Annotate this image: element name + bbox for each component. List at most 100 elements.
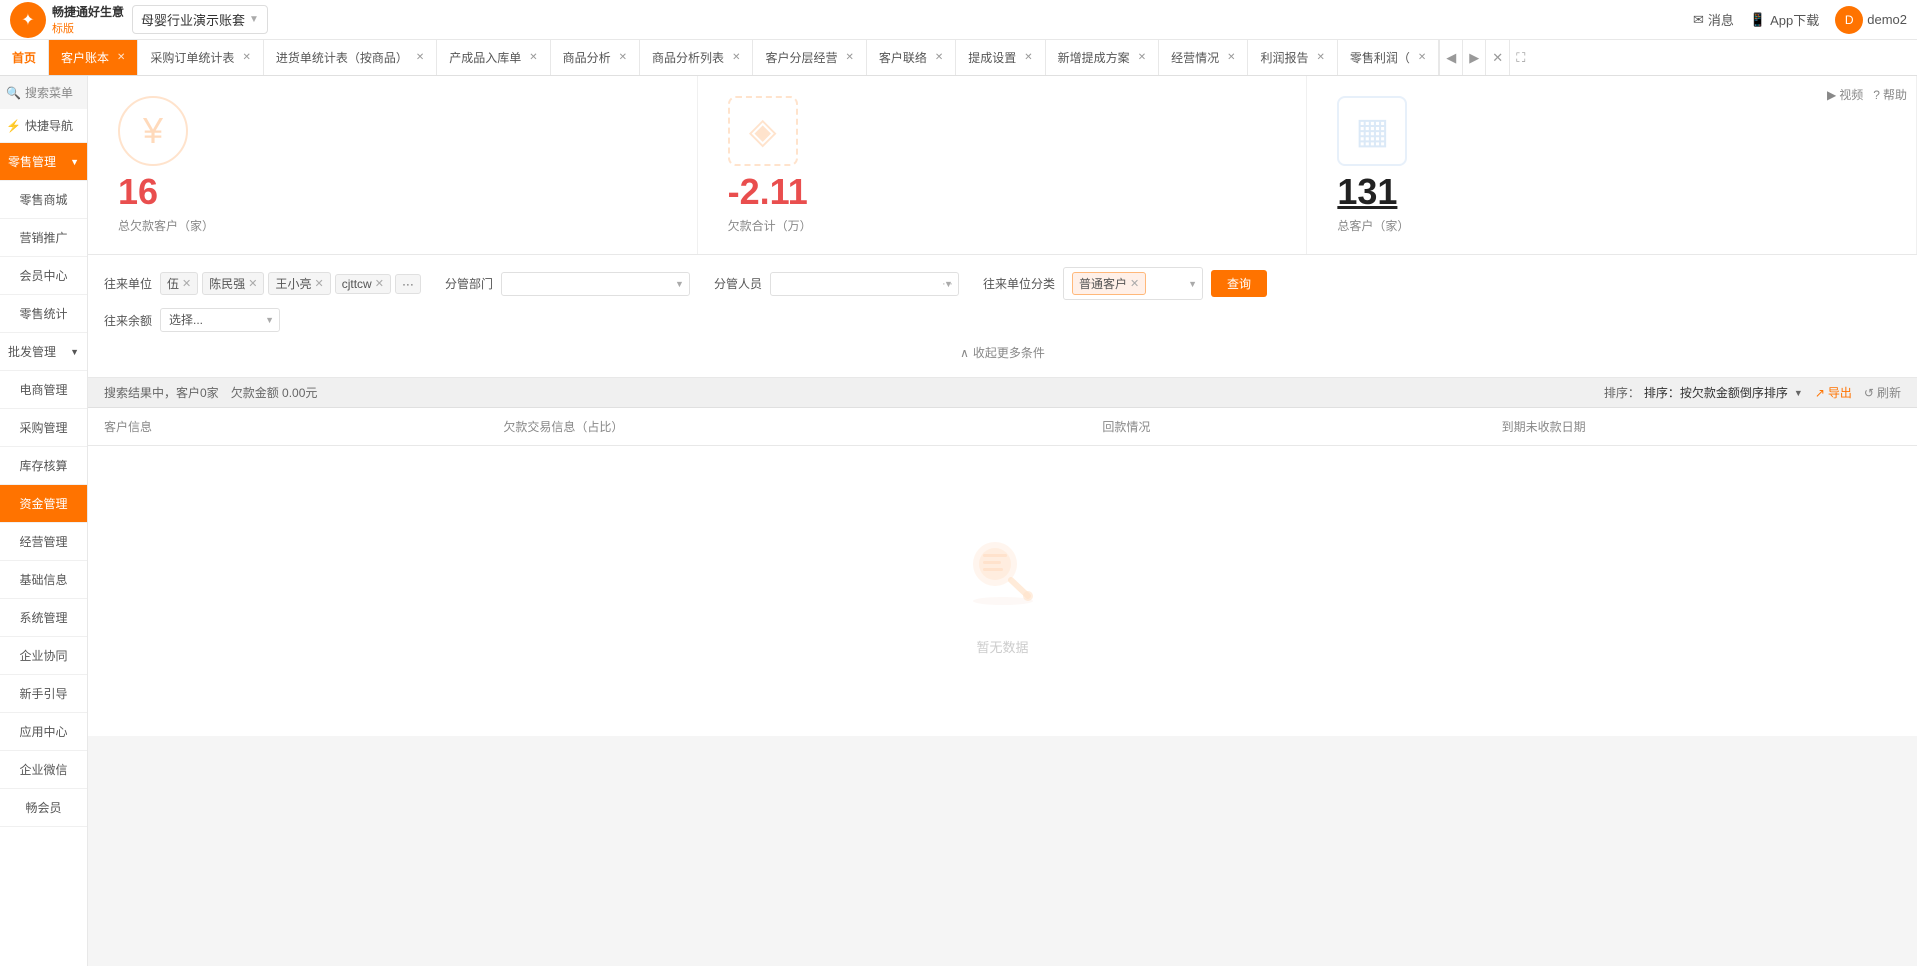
- tab-customer-book[interactable]: 客户账本 ✕: [49, 40, 138, 76]
- filter-tag-more[interactable]: ···: [395, 274, 421, 294]
- ecommerce-mgmt-label: 电商管理: [19, 383, 67, 397]
- export-btn[interactable]: ↗ 导出: [1815, 384, 1852, 401]
- sidebar-item-fund-mgmt[interactable]: 资金管理: [0, 485, 87, 523]
- logo-icon: ✦: [10, 2, 46, 38]
- tab-nav-fullscreen[interactable]: ⛶: [1509, 40, 1531, 76]
- main-layout: 🔍 搜索菜单 ⚡ 快捷导航 零售管理 ▼ 零售商城 营销推广 会员中心 零售统计…: [0, 76, 1917, 966]
- tab-customer-contact[interactable]: 客户联络 ✕: [867, 40, 956, 76]
- tab-profit-report[interactable]: 利润报告 ✕: [1248, 40, 1337, 76]
- enterprise-collab-label: 企业协同: [19, 649, 67, 663]
- tab-close-icon[interactable]: ✕: [935, 52, 943, 63]
- tab-home[interactable]: 首页: [0, 40, 49, 76]
- refresh-btn[interactable]: ↺ 刷新: [1864, 384, 1901, 401]
- tab-close-icon[interactable]: ✕: [1138, 52, 1146, 63]
- username-label: demo2: [1867, 12, 1907, 27]
- play-icon: ▶: [1827, 88, 1836, 102]
- home-tab-label: 首页: [12, 49, 36, 66]
- sidebar-item-retail-mall[interactable]: 零售商城: [0, 181, 87, 219]
- tab-close-icon[interactable]: ✕: [416, 52, 424, 63]
- tag-text-cjttcw: cjttcw: [342, 277, 372, 291]
- message-btn[interactable]: ✉ 消息: [1693, 10, 1734, 29]
- unit-type-remove[interactable]: ✕: [1130, 277, 1139, 290]
- workspace-selector[interactable]: 母婴行业演示账套 ▼: [132, 5, 268, 34]
- tab-close-icon[interactable]: ✕: [1024, 52, 1032, 63]
- sidebar-search[interactable]: 🔍 搜索菜单: [0, 76, 87, 109]
- empty-state: 暂无数据: [88, 446, 1917, 736]
- sidebar-item-quick-nav[interactable]: ⚡ 快捷导航: [0, 109, 87, 143]
- tab-nav-close-all[interactable]: ✕: [1485, 40, 1509, 76]
- stat-amount-value: -2.11: [728, 170, 808, 213]
- sidebar-item-enterprise-collab[interactable]: 企业协同: [0, 637, 87, 675]
- tab-close-icon[interactable]: ✕: [732, 52, 740, 63]
- dept-select[interactable]: [501, 272, 690, 296]
- tab-close-icon[interactable]: ✕: [1317, 52, 1325, 63]
- tab-close-icon[interactable]: ✕: [619, 52, 627, 63]
- tab-close-icon[interactable]: ✕: [845, 52, 853, 63]
- app-download-btn[interactable]: 📱 App下载: [1750, 10, 1819, 29]
- unit-type-label: 往来单位分类: [983, 275, 1055, 292]
- chevron-down-icon: ▼: [70, 157, 79, 167]
- sidebar-item-app-center[interactable]: 应用中心: [0, 713, 87, 751]
- search-icon: 🔍: [6, 86, 21, 100]
- sidebar-item-new-guide[interactable]: 新手引导: [0, 675, 87, 713]
- tab-nav-next[interactable]: ▶: [1462, 40, 1485, 76]
- tab-customer-segment[interactable]: 客户分层经营 ✕: [753, 40, 866, 76]
- tag-text-wang: 王小亮: [275, 275, 311, 292]
- tab-operation-status[interactable]: 经营情况 ✕: [1159, 40, 1248, 76]
- tab-incoming-stats[interactable]: 进货单统计表（按商品） ✕: [264, 40, 437, 76]
- sidebar-item-member-center[interactable]: 会员中心: [0, 257, 87, 295]
- tab-nav-prev[interactable]: ◀: [1439, 40, 1462, 76]
- tag-remove-wang[interactable]: ✕: [315, 277, 324, 290]
- video-help-btn[interactable]: ▶ 视频: [1827, 86, 1863, 103]
- tab-product-analysis-list[interactable]: 商品分析列表 ✕: [640, 40, 753, 76]
- col-header-transaction: 欠款交易信息（占比）: [503, 418, 1102, 435]
- sidebar-item-member-vip[interactable]: 畅会员: [0, 789, 87, 827]
- tab-promotion-settings[interactable]: 提成设置 ✕: [956, 40, 1045, 76]
- sidebar-item-system-mgmt[interactable]: 系统管理: [0, 599, 87, 637]
- chevron-down-icon: ▼: [249, 14, 259, 25]
- result-bar-right: 排序： 排序：按欠款金额倒序排序 ▼ ↗ 导出 ↺ 刷新: [1604, 384, 1901, 401]
- tab-retail-profit[interactable]: 零售利润（ ✕: [1338, 40, 1439, 76]
- chevron-down-icon: ▼: [70, 347, 79, 357]
- system-mgmt-label: 系统管理: [19, 611, 67, 625]
- sidebar-item-wholesale-mgmt[interactable]: 批发管理 ▼: [0, 333, 87, 371]
- stat-block-amount: ◈ -2.11 欠款合计（万）: [698, 76, 1308, 254]
- sidebar-item-retail-stats[interactable]: 零售统计: [0, 295, 87, 333]
- member-vip-label: 畅会员: [25, 801, 61, 815]
- filter-tag-wang: 王小亮 ✕: [268, 272, 330, 295]
- col-header-customer: 客户信息: [104, 418, 503, 435]
- app-center-label: 应用中心: [19, 725, 67, 739]
- staff-select[interactable]: [770, 272, 959, 296]
- collapse-btn[interactable]: ∧ 收起更多条件: [104, 344, 1901, 361]
- user-profile[interactable]: D demo2: [1835, 6, 1907, 34]
- query-button[interactable]: 查询: [1211, 270, 1267, 297]
- sidebar-item-marketing[interactable]: 营销推广: [0, 219, 87, 257]
- sidebar-item-enterprise-wechat[interactable]: 企业微信: [0, 751, 87, 789]
- tab-purchase-order[interactable]: 采购订单统计表 ✕: [138, 40, 263, 76]
- sidebar-item-ecommerce-mgmt[interactable]: 电商管理: [0, 371, 87, 409]
- tab-close-icon[interactable]: ✕: [242, 52, 250, 63]
- sort-select[interactable]: 排序： 排序：按欠款金额倒序排序 ▼: [1604, 384, 1803, 401]
- app-download-label: App下载: [1770, 10, 1819, 29]
- sidebar-item-operation-mgmt[interactable]: 经营管理: [0, 523, 87, 561]
- collapse-row: ∧ 收起更多条件: [104, 340, 1901, 365]
- collapse-label: 收起更多条件: [973, 344, 1045, 361]
- unit-type-select[interactable]: 普通客户 ✕: [1063, 267, 1203, 300]
- remainder-select[interactable]: 选择...: [160, 308, 280, 332]
- sidebar-item-inventory-check[interactable]: 库存核算: [0, 447, 87, 485]
- help-btn[interactable]: ? 帮助: [1873, 86, 1907, 103]
- sidebar-item-retail-mgmt[interactable]: 零售管理 ▼: [0, 143, 87, 181]
- tab-close-icon[interactable]: ✕: [1227, 52, 1235, 63]
- tag-remove-wu[interactable]: ✕: [182, 277, 191, 290]
- tab-product-analysis[interactable]: 商品分析 ✕: [551, 40, 640, 76]
- tab-close-icon[interactable]: ✕: [529, 52, 537, 63]
- tag-remove-chen[interactable]: ✕: [248, 277, 257, 290]
- tab-product-inbound[interactable]: 产成品入库单 ✕: [437, 40, 550, 76]
- tab-close-icon[interactable]: ✕: [117, 52, 125, 63]
- tag-remove-cjttcw[interactable]: ✕: [375, 277, 384, 290]
- message-label: 消息: [1708, 10, 1734, 29]
- tab-close-icon[interactable]: ✕: [1418, 52, 1426, 63]
- sidebar-item-basic-info[interactable]: 基础信息: [0, 561, 87, 599]
- sidebar-item-purchase-mgmt[interactable]: 采购管理: [0, 409, 87, 447]
- tab-new-promotion[interactable]: 新增提成方案 ✕: [1046, 40, 1159, 76]
